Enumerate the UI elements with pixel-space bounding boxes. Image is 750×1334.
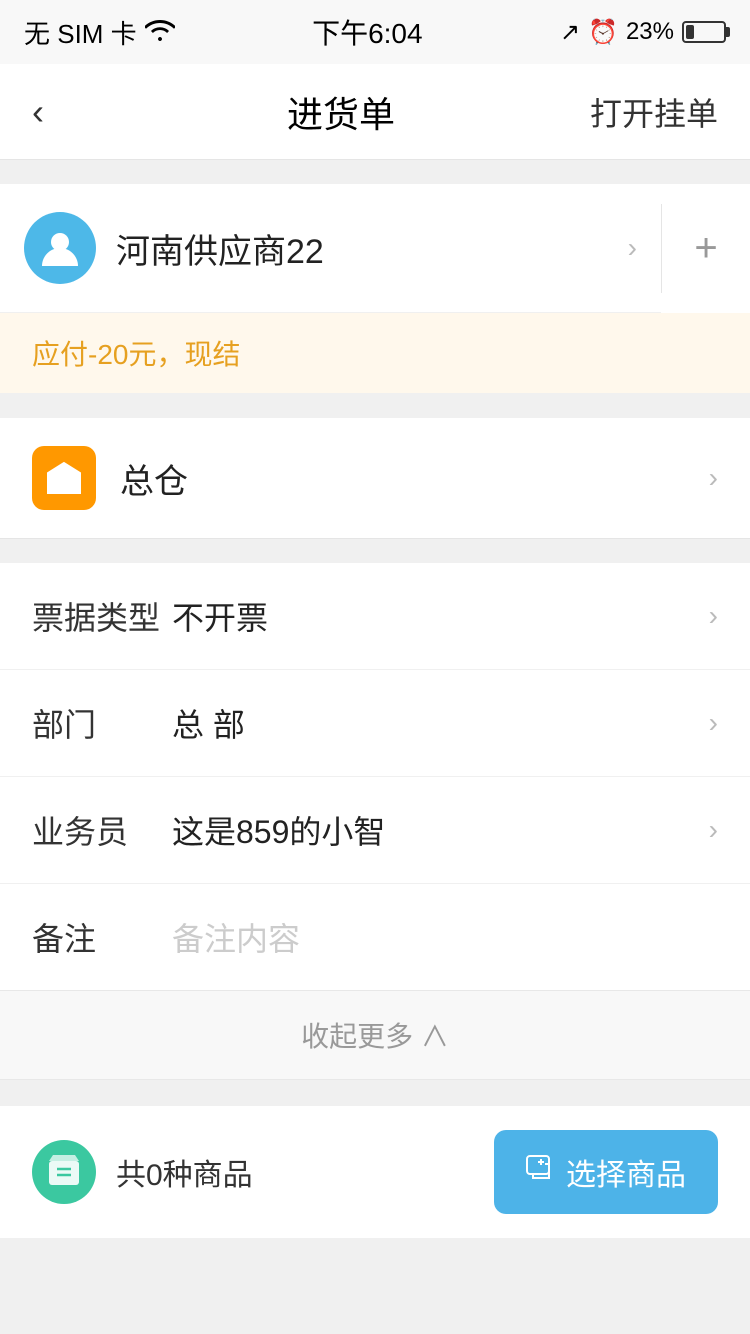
dept-row[interactable]: 部门 总 部 › [0, 670, 750, 777]
alarm-icon: ⏰ [588, 18, 618, 47]
section-gap-2 [0, 394, 750, 418]
warehouse-icon [32, 446, 96, 510]
wifi-icon [145, 17, 175, 48]
notice-text: 应付-20元，现结 [32, 339, 240, 370]
dept-value: 总 部 [172, 700, 709, 746]
dept-label: 部门 [32, 700, 172, 746]
status-left: 无 SIM 卡 [24, 14, 175, 51]
bottom-bar: 共0种商品 选择商品 [0, 1106, 750, 1238]
staff-row[interactable]: 业务员 这是859的小智 › [0, 777, 750, 884]
section-gap-4 [0, 1080, 750, 1104]
collapse-button[interactable]: 收起更多 ∧ [0, 990, 750, 1080]
section-gap-3 [0, 539, 750, 563]
supplier-row[interactable]: 河南供应商22 › [0, 184, 661, 313]
warehouse-row[interactable]: 总仓 › [0, 418, 750, 539]
status-bar: 无 SIM 卡 下午6:04 ↗ ⏰ 23% [0, 0, 750, 64]
page-title: 进货单 [287, 86, 395, 138]
select-product-button[interactable]: 选择商品 [494, 1130, 718, 1214]
carrier-text: 无 SIM 卡 [24, 14, 137, 51]
invoice-chevron-icon: › [709, 600, 718, 632]
invoice-label: 票据类型 [32, 593, 172, 639]
product-icon [32, 1140, 96, 1204]
battery-percent: 23% [626, 18, 674, 46]
status-time: 下午6:04 [312, 12, 423, 52]
remark-row[interactable]: 备注 备注内容 [0, 884, 750, 990]
section-gap-1 [0, 160, 750, 184]
status-right: ↗ ⏰ 23% [560, 18, 726, 47]
add-supplier-button[interactable]: + [662, 184, 750, 313]
warehouse-chevron-icon: › [709, 462, 718, 494]
invoice-row[interactable]: 票据类型 不开票 › [0, 563, 750, 670]
invoice-value: 不开票 [172, 593, 709, 639]
supplier-section: 河南供应商22 › + [0, 184, 750, 313]
form-section: 票据类型 不开票 › 部门 总 部 › 业务员 这是859的小智 › 备注 备注… [0, 563, 750, 990]
warehouse-name: 总仓 [120, 454, 709, 503]
supplier-chevron-icon: › [628, 232, 637, 264]
remark-input[interactable]: 备注内容 [172, 914, 718, 960]
nav-bar: ‹ 进货单 打开挂单 [0, 64, 750, 160]
notice-bar: 应付-20元，现结 [0, 313, 750, 394]
open-pending-button[interactable]: 打开挂单 [590, 89, 718, 135]
select-product-icon [526, 1155, 556, 1189]
collapse-label: 收起更多 ∧ [301, 1015, 449, 1055]
staff-label: 业务员 [32, 807, 172, 853]
location-icon: ↗ [560, 18, 580, 47]
remark-label: 备注 [32, 914, 172, 960]
product-count: 共0种商品 [116, 1150, 494, 1194]
back-button[interactable]: ‹ [32, 91, 92, 133]
staff-chevron-icon: › [709, 814, 718, 846]
supplier-name: 河南供应商22 [116, 224, 628, 273]
supplier-avatar [24, 212, 96, 284]
battery-icon [682, 21, 726, 43]
dept-chevron-icon: › [709, 707, 718, 739]
select-product-label: 选择商品 [566, 1150, 686, 1194]
staff-value: 这是859的小智 [172, 807, 709, 853]
